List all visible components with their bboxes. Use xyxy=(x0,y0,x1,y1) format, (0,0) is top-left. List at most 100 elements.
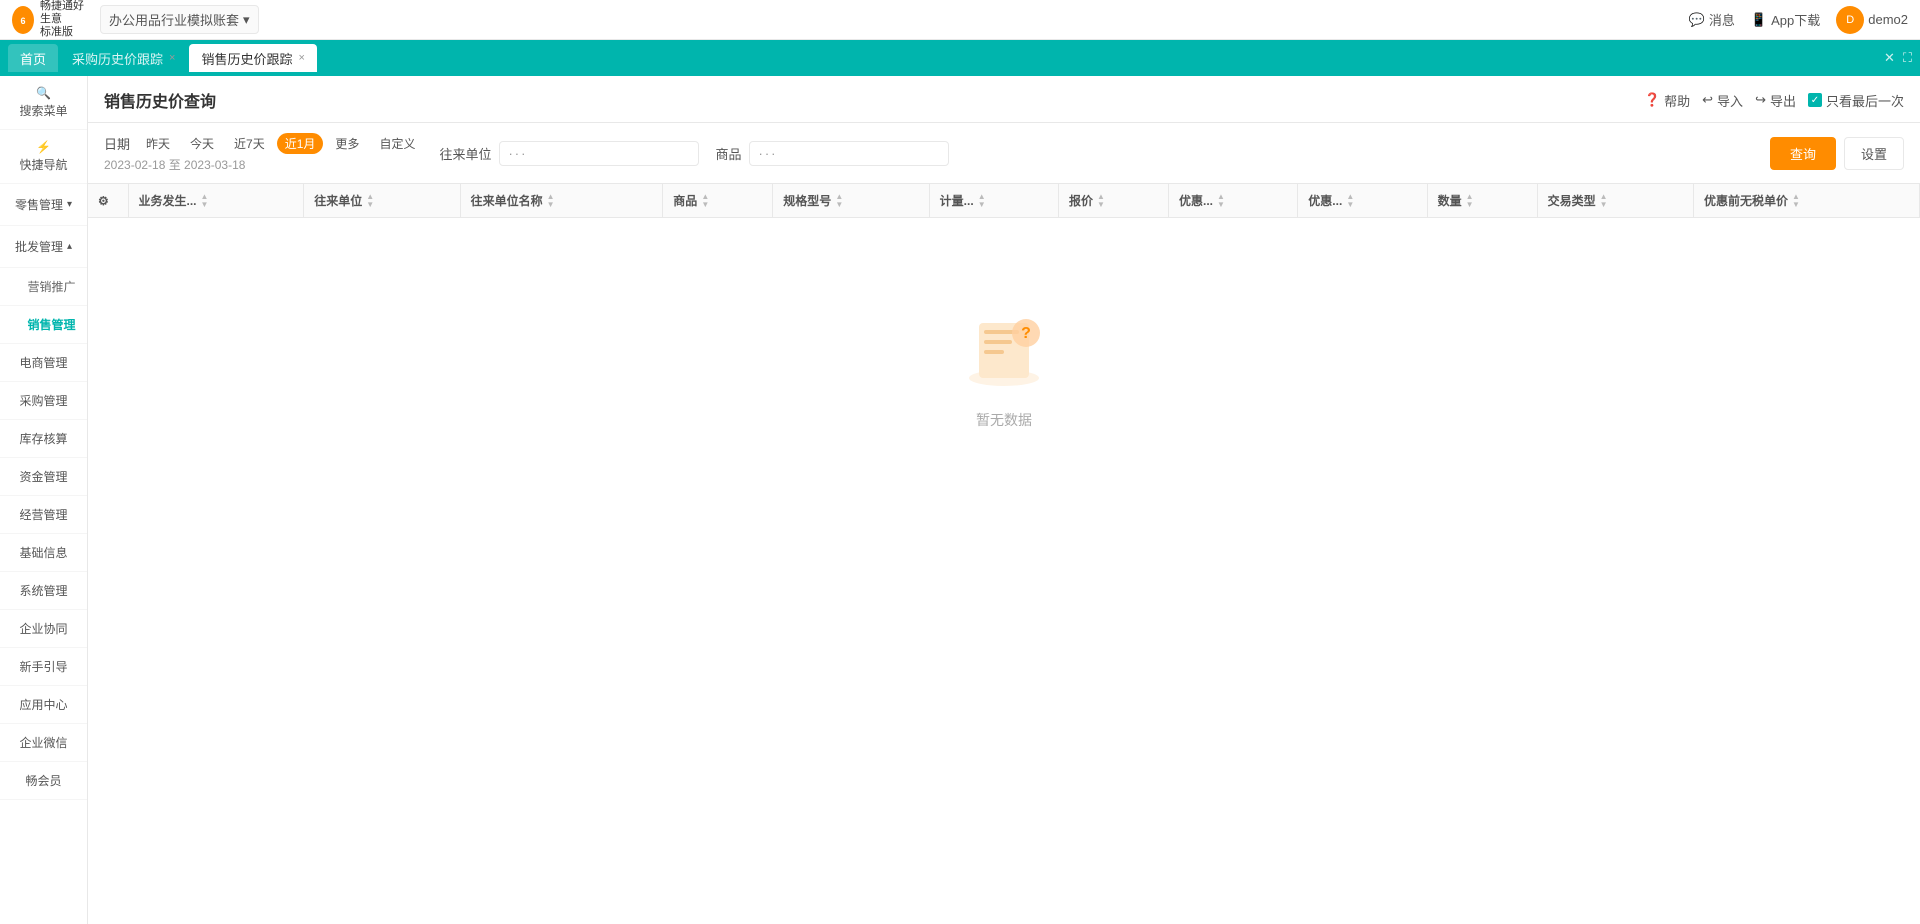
sidebar-item-enterprise-wechat[interactable]: 企业微信 xyxy=(0,724,87,762)
partner-input[interactable]: ··· xyxy=(499,141,699,166)
date-pill-last1month[interactable]: 近1月 xyxy=(277,133,324,154)
col-spec[interactable]: 规格型号 ▲▼ xyxy=(773,184,929,218)
svg-text:6: 6 xyxy=(21,16,26,26)
col-settings[interactable]: ⚙ xyxy=(88,184,128,218)
workspace-label: 办公用品行业模拟账套 xyxy=(109,10,239,29)
avatar: D xyxy=(1836,6,1864,34)
partner-filter-group: 往来单位 ··· xyxy=(439,141,699,166)
workspace-selector[interactable]: 办公用品行业模拟账套 ▾ xyxy=(100,5,259,34)
export-button[interactable]: ↪ 导出 xyxy=(1755,91,1796,110)
sidebar-item-inventory[interactable]: 库存核算 xyxy=(0,420,87,458)
tab-sales-history-close[interactable]: × xyxy=(298,52,304,64)
tab-home-label: 首页 xyxy=(20,49,46,68)
logo-text: 畅捷通好生意 标准版 xyxy=(40,0,92,39)
data-table: ⚙ 业务发生... ▲▼ 往来单位 ▲▼ xyxy=(88,184,1920,218)
col-price-notax[interactable]: 优惠前无税单价 ▲▼ xyxy=(1693,184,1919,218)
sidebar-item-purchase-mgmt[interactable]: 采购管理 xyxy=(0,382,87,420)
col-product[interactable]: 商品 ▲▼ xyxy=(663,184,773,218)
date-pill-custom[interactable]: 自定义 xyxy=(371,133,423,154)
date-filter-group: 日期 昨天 今天 近7天 近1月 更多 自定义 xyxy=(104,133,423,154)
date-pills: 昨天 今天 近7天 近1月 更多 自定义 xyxy=(138,133,423,154)
col-price[interactable]: 报价 ▲▼ xyxy=(1058,184,1168,218)
col-biz-date[interactable]: 业务发生... ▲▼ xyxy=(128,184,304,218)
filter-date-group: 日期 昨天 今天 近7天 近1月 更多 自定义 2023-02-18 至 202… xyxy=(104,133,423,173)
sidebar-item-basic-info[interactable]: 基础信息 xyxy=(0,534,87,572)
checkbox-checked-icon: ✓ xyxy=(1808,93,1822,107)
logo-area: 6 畅捷通好生意 标准版 xyxy=(12,0,92,39)
col-partner-name[interactable]: 往来单位名称 ▲▼ xyxy=(460,184,663,218)
date-pill-yesterday[interactable]: 昨天 xyxy=(138,133,178,154)
tab-bar-right: ✕ ⛶ xyxy=(1884,50,1912,66)
col-quantity[interactable]: 数量 ▲▼ xyxy=(1427,184,1537,218)
close-window-icon[interactable]: ✕ xyxy=(1884,50,1895,66)
col-unit[interactable]: 计量... ▲▼ xyxy=(929,184,1058,218)
tab-purchase-history-label: 采购历史价跟踪 xyxy=(72,49,163,68)
col-partner-code[interactable]: 往来单位 ▲▼ xyxy=(304,184,460,218)
user-menu[interactable]: D demo2 xyxy=(1836,6,1908,34)
partner-placeholder: ··· xyxy=(508,146,527,161)
product-placeholder: ··· xyxy=(758,146,777,161)
product-input[interactable]: ··· xyxy=(749,141,949,166)
sidebar-item-new-guide[interactable]: 新手引导 xyxy=(0,648,87,686)
filter-actions: 查询 设置 xyxy=(1770,137,1904,170)
date-range-text: 2023-02-18 至 2023-03-18 xyxy=(104,156,423,173)
empty-state: ? 暂无数据 xyxy=(88,218,1920,510)
col-discount1[interactable]: 优惠... ▲▼ xyxy=(1168,184,1297,218)
page-header: 销售历史价查询 ❓ 帮助 ↩ 导入 ↪ 导出 ✓ xyxy=(88,76,1920,123)
tab-sales-history[interactable]: 销售历史价跟踪 × xyxy=(189,44,316,72)
message-icon: 💬 xyxy=(1689,12,1705,28)
chevron-up-icon: ▴ xyxy=(67,241,72,252)
empty-text: 暂无数据 xyxy=(976,410,1032,430)
sidebar: 🔍 搜索菜单 ⚡ 快捷导航 零售管理 ▾ 批发管理 ▴ 营销推广 销售管理 电商… xyxy=(0,76,88,924)
sidebar-item-search-menu[interactable]: 🔍 搜索菜单 xyxy=(0,76,87,130)
page-title-row: 销售历史价查询 ❓ 帮助 ↩ 导入 ↪ 导出 ✓ xyxy=(104,88,1904,112)
search-icon: 🔍 xyxy=(36,86,51,100)
tab-bar: 首页 采购历史价跟踪 × 销售历史价跟踪 × ✕ ⛶ xyxy=(0,40,1920,76)
sidebar-item-marketing[interactable]: 营销推广 xyxy=(0,268,87,306)
nav-icon: ⚡ xyxy=(36,140,51,154)
import-icon: ↩ xyxy=(1702,92,1713,108)
main-layout: 🔍 搜索菜单 ⚡ 快捷导航 零售管理 ▾ 批发管理 ▴ 营销推广 销售管理 电商… xyxy=(0,76,1920,924)
message-button[interactable]: 💬 消息 xyxy=(1689,10,1735,29)
sidebar-item-ops-mgmt[interactable]: 经营管理 xyxy=(0,496,87,534)
col-discount2[interactable]: 优惠... ▲▼ xyxy=(1298,184,1427,218)
import-button[interactable]: ↩ 导入 xyxy=(1702,91,1743,110)
sidebar-item-ecom-mgmt[interactable]: 电商管理 xyxy=(0,344,87,382)
col-trade-type[interactable]: 交易类型 ▲▼ xyxy=(1537,184,1693,218)
sidebar-item-wholesale-mgmt[interactable]: 批发管理 ▴ xyxy=(0,226,87,268)
filter-bar: 日期 昨天 今天 近7天 近1月 更多 自定义 2023-02-18 至 202… xyxy=(88,123,1920,184)
table-container: ⚙ 业务发生... ▲▼ 往来单位 ▲▼ xyxy=(88,184,1920,924)
date-pill-today[interactable]: 今天 xyxy=(182,133,222,154)
product-label: 商品 xyxy=(715,144,741,163)
page-title: 销售历史价查询 xyxy=(104,88,216,112)
sidebar-item-vip[interactable]: 畅会员 xyxy=(0,762,87,800)
tab-purchase-history-close[interactable]: × xyxy=(169,52,175,64)
page-actions: ❓ 帮助 ↩ 导入 ↪ 导出 ✓ 只看最后一次 xyxy=(1644,91,1904,110)
date-pill-more[interactable]: 更多 xyxy=(327,133,367,154)
tab-purchase-history[interactable]: 采购历史价跟踪 × xyxy=(60,44,187,72)
sidebar-item-app-center[interactable]: 应用中心 xyxy=(0,686,87,724)
logo-icon: 6 xyxy=(12,6,34,34)
query-button[interactable]: 查询 xyxy=(1770,137,1836,170)
app-download-button[interactable]: 📱 App下载 xyxy=(1751,10,1820,29)
date-label: 日期 xyxy=(104,134,130,153)
sidebar-item-enterprise-collab[interactable]: 企业协同 xyxy=(0,610,87,648)
partner-label: 往来单位 xyxy=(439,144,491,163)
sidebar-item-sales-mgmt[interactable]: 销售管理 xyxy=(0,306,87,344)
settings-button[interactable]: 设置 xyxy=(1844,137,1904,170)
help-button[interactable]: ❓ 帮助 xyxy=(1644,91,1690,110)
sidebar-item-system-mgmt[interactable]: 系统管理 xyxy=(0,572,87,610)
sidebar-item-finance-mgmt[interactable]: 资金管理 xyxy=(0,458,87,496)
product-filter-group: 商品 ··· xyxy=(715,141,949,166)
svg-text:?: ? xyxy=(1021,325,1031,342)
empty-icon: ? xyxy=(954,298,1054,398)
tab-home[interactable]: 首页 xyxy=(8,44,58,72)
content-area: 销售历史价查询 ❓ 帮助 ↩ 导入 ↪ 导出 ✓ xyxy=(88,76,1920,924)
sidebar-item-quick-nav[interactable]: ⚡ 快捷导航 xyxy=(0,130,87,184)
settings-icon[interactable]: ⚙ xyxy=(98,194,109,208)
chevron-down-icon: ▾ xyxy=(243,12,250,28)
maximize-icon[interactable]: ⛶ xyxy=(1903,50,1912,66)
date-pill-last7days[interactable]: 近7天 xyxy=(226,133,273,154)
show-last-toggle[interactable]: ✓ 只看最后一次 xyxy=(1808,91,1904,110)
sidebar-item-retail-mgmt[interactable]: 零售管理 ▾ xyxy=(0,184,87,226)
